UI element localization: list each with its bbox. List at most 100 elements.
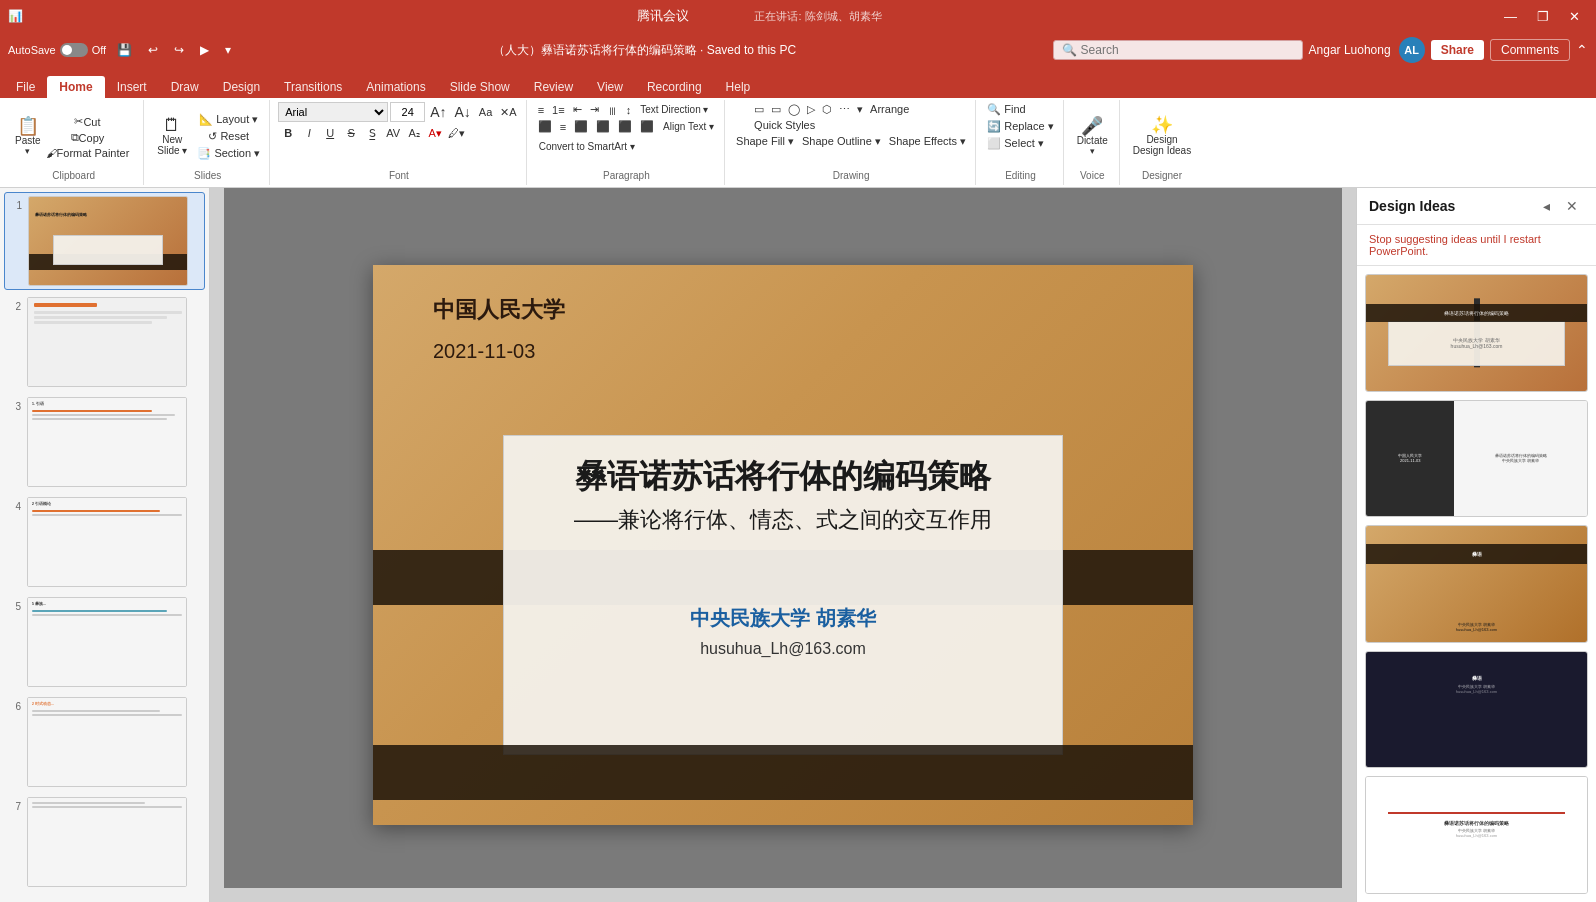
underline-btn[interactable]: U	[320, 124, 340, 142]
format-painter-button[interactable]: 🖌 Format Painter	[43, 146, 133, 160]
design-idea-2[interactable]: 中国人民大学2021-11-03 彝语诺苏话将行体的编码策略中央民族大学 胡素华	[1365, 400, 1588, 518]
comments-button[interactable]: Comments	[1490, 39, 1570, 61]
design-ideas-button[interactable]: ✨ Design Design Ideas	[1128, 113, 1196, 159]
design-panel-collapse-btn[interactable]: ◂	[1537, 196, 1556, 216]
para-spacing-btn[interactable]: ⬛	[637, 119, 657, 134]
align-text-btn[interactable]: Align Text ▾	[659, 120, 718, 133]
dictate-button[interactable]: 🎤 Dictate ▾	[1072, 114, 1113, 159]
line-spacing-btn[interactable]: ↕	[623, 103, 635, 117]
shape-fill-btn[interactable]: Shape Fill ▾	[733, 134, 797, 149]
tab-help[interactable]: Help	[714, 76, 763, 98]
increase-font-btn[interactable]: A↑	[427, 103, 449, 121]
tab-home[interactable]: Home	[47, 76, 104, 98]
slide-thumb-5[interactable]: 5 5 彝族...	[4, 594, 205, 690]
char-spacing-btn[interactable]: AV	[383, 124, 403, 142]
section-button[interactable]: 📑 Section ▾	[194, 146, 263, 161]
new-slide-button[interactable]: 🗒 New Slide ▾	[152, 113, 192, 159]
shape-2[interactable]: ▭	[768, 102, 784, 117]
minimize-btn[interactable]: —	[1496, 7, 1525, 26]
restore-btn[interactable]: ❐	[1529, 7, 1557, 26]
align-right-btn[interactable]: ⬛	[571, 119, 591, 134]
copy-button[interactable]: ⧉ Copy	[43, 130, 133, 145]
justify-btn[interactable]: ⬛	[593, 119, 613, 134]
redo-btn[interactable]: ↪	[169, 41, 189, 59]
bold-btn[interactable]: B	[278, 124, 298, 142]
design-stop-msg[interactable]: Stop suggesting ideas until I restart Po…	[1357, 225, 1596, 266]
tab-recording[interactable]: Recording	[635, 76, 714, 98]
design-idea-4[interactable]: 彝语 中央民族大学 胡素华 husuhua_Lh@163.com	[1365, 651, 1588, 769]
shape-3[interactable]: ◯	[785, 102, 803, 117]
bullets-btn[interactable]: ≡	[535, 103, 547, 117]
design-idea-5[interactable]: 彝语诺苏话将行体的编码策略 中央民族大学 胡素华 husuhua_Lh@163.…	[1365, 776, 1588, 894]
autosave-toggle-off[interactable]	[60, 43, 88, 57]
slide-thumb-2[interactable]: 2	[4, 294, 205, 390]
shadow-btn[interactable]: S̲	[362, 124, 382, 142]
autosave-toggle[interactable]: AutoSave Off	[8, 43, 106, 57]
undo-btn[interactable]: ↩	[143, 41, 163, 59]
align-left-btn[interactable]: ⬛	[535, 119, 555, 134]
tab-view[interactable]: View	[585, 76, 635, 98]
tab-slideshow[interactable]: Slide Show	[438, 76, 522, 98]
layout-button[interactable]: 📐 Layout ▾	[194, 112, 263, 127]
convert-smartart-btn[interactable]: Convert to SmartArt ▾	[535, 140, 639, 153]
change-case-btn[interactable]: Aa	[476, 105, 495, 119]
shape-6[interactable]: ⋯	[836, 102, 853, 117]
highlight-btn[interactable]: 🖊▾	[446, 124, 466, 142]
slide-canvas[interactable]: 中国人民大学 2021-11-03 彝语诺苏话将行体的编码策略 ——兼论将行体、…	[373, 265, 1193, 825]
shape-4[interactable]: ▷	[804, 102, 818, 117]
quick-styles-btn[interactable]: Quick Styles	[751, 118, 818, 132]
save-btn[interactable]: 💾	[112, 41, 137, 59]
shape-dropdown[interactable]: ▾	[854, 102, 866, 117]
paste-button[interactable]: 📋 Paste ▾ ✂ Cut ⧉ Copy 🖌 Format Painter	[10, 109, 137, 163]
reset-button[interactable]: ↺ Reset	[194, 129, 263, 144]
decrease-font-btn[interactable]: A↓	[452, 103, 474, 121]
decrease-indent-btn[interactable]: ⇤	[570, 102, 585, 117]
find-btn[interactable]: 🔍 Find	[984, 102, 1028, 117]
design-panel-close-btn[interactable]: ✕	[1560, 196, 1584, 216]
paste-dropdown[interactable]: ▾	[25, 146, 30, 156]
design-idea-1[interactable]: 中央民族大学 胡素华 husuhua_Lh@163.com 彝语诺苏话将行体的编…	[1365, 274, 1588, 392]
subscript-btn[interactable]: A₂	[404, 124, 424, 142]
col-layout-btn[interactable]: ⬛	[615, 119, 635, 134]
shape-effects-btn[interactable]: Shape Effects ▾	[886, 134, 969, 149]
tab-draw[interactable]: Draw	[159, 76, 211, 98]
slide-thumb-7[interactable]: 7	[4, 794, 205, 890]
increase-indent-btn[interactable]: ⇥	[587, 102, 602, 117]
font-size-input[interactable]	[390, 102, 425, 122]
search-input[interactable]	[1081, 43, 1241, 57]
design-idea-3[interactable]: 彝语 中央民族大学 胡素华husuhua_Lh@163.com	[1365, 525, 1588, 643]
shape-5[interactable]: ⬡	[819, 102, 835, 117]
columns-btn[interactable]: ⫼	[604, 103, 621, 117]
close-btn[interactable]: ✕	[1561, 7, 1588, 26]
tab-transitions[interactable]: Transitions	[272, 76, 354, 98]
shape-outline-btn[interactable]: Shape Outline ▾	[799, 134, 884, 149]
slide-thumb-4[interactable]: 4 2 引语概论	[4, 494, 205, 590]
font-name-select[interactable]: Arial Calibri	[278, 102, 388, 122]
align-center-btn[interactable]: ≡	[557, 120, 569, 134]
arrange-btn[interactable]: Arrange	[867, 102, 912, 117]
strikethrough-btn[interactable]: S	[341, 124, 361, 142]
cut-button[interactable]: ✂ Cut	[43, 114, 133, 129]
clear-format-btn[interactable]: ✕A	[497, 105, 519, 120]
share-button[interactable]: Share	[1431, 40, 1484, 60]
search-bar[interactable]: 🔍	[1053, 40, 1303, 60]
replace-btn[interactable]: 🔄 Replace ▾	[984, 119, 1056, 134]
italic-btn[interactable]: I	[299, 124, 319, 142]
slide-thumb-1[interactable]: 1 彝语诺苏话将行体的编码策略	[4, 192, 205, 290]
tab-review[interactable]: Review	[522, 76, 585, 98]
numbering-btn[interactable]: 1≡	[549, 103, 568, 117]
ribbon-collapse-btn[interactable]: ⌃	[1576, 42, 1588, 58]
present-btn[interactable]: ▶	[195, 41, 214, 59]
slide-thumb-3[interactable]: 3 1. 引语	[4, 394, 205, 490]
tab-design[interactable]: Design	[211, 76, 272, 98]
shape-1[interactable]: ▭	[751, 102, 767, 117]
slide-thumb-6[interactable]: 6 2 时式动态...	[4, 694, 205, 790]
tab-file[interactable]: File	[4, 76, 47, 98]
customize-btn[interactable]: ▾	[220, 41, 236, 59]
tab-insert[interactable]: Insert	[105, 76, 159, 98]
tab-animations[interactable]: Animations	[354, 76, 437, 98]
font-color-btn[interactable]: A▾	[425, 124, 445, 142]
select-btn[interactable]: ⬜ Select ▾	[984, 136, 1047, 151]
text-direction-btn[interactable]: Text Direction ▾	[636, 103, 712, 116]
dictate-dropdown[interactable]: ▾	[1090, 146, 1095, 156]
